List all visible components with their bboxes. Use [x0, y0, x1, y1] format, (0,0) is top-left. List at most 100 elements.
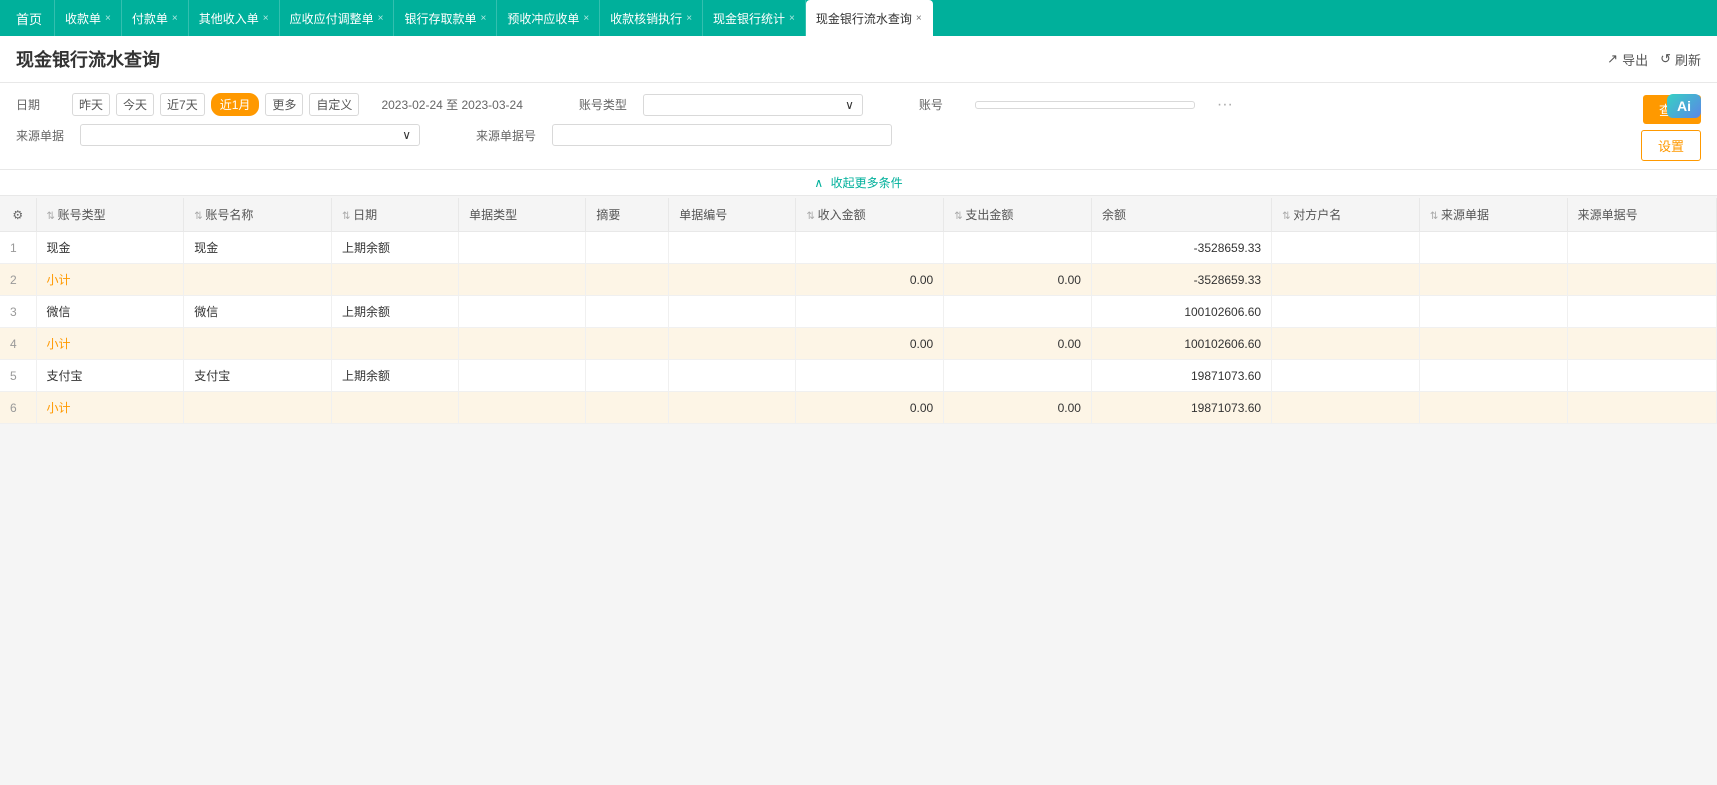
- nav-tab-verify[interactable]: 收款核销执行 ×: [600, 0, 703, 36]
- date-btn-yesterday[interactable]: 昨天: [72, 93, 110, 116]
- close-icon[interactable]: ×: [480, 13, 486, 24]
- cell-income: 0.00: [796, 328, 944, 360]
- nav-tab-shoukuan[interactable]: 收款单 ×: [55, 0, 122, 36]
- cell-date: [332, 392, 459, 424]
- refresh-button[interactable]: ↺ 刷新: [1660, 50, 1701, 69]
- nav-home[interactable]: 首页: [4, 0, 55, 36]
- cell-doc-num: [669, 328, 796, 360]
- row-number: 5: [0, 360, 36, 392]
- cell-doc-num: [669, 392, 796, 424]
- top-navigation: 首页 收款单 × 付款单 × 其他收入单 × 应收应付调整单 × 银行存取款单 …: [0, 0, 1717, 36]
- cell-balance: 100102606.60: [1091, 328, 1271, 360]
- col-income[interactable]: 收入金额: [796, 198, 944, 232]
- cell-source-doc-num: [1567, 232, 1716, 264]
- col-source-doc-num[interactable]: 来源单据号: [1567, 198, 1716, 232]
- table-row: 5支付宝支付宝上期余额19871073.60: [0, 360, 1717, 392]
- account-select[interactable]: [975, 101, 1195, 109]
- nav-tab-fukuan[interactable]: 付款单 ×: [122, 0, 189, 36]
- source-doc-label: 来源单据: [16, 127, 64, 144]
- cell-source-doc-num: [1567, 264, 1716, 296]
- col-account-type[interactable]: 账号类型: [36, 198, 184, 232]
- column-settings[interactable]: ⚙: [0, 198, 36, 232]
- setting-button[interactable]: 设置: [1641, 130, 1701, 161]
- row-number: 6: [0, 392, 36, 424]
- date-btn-more[interactable]: 更多: [265, 93, 303, 116]
- col-summary[interactable]: 摘要: [586, 198, 669, 232]
- table-row: 2小计0.000.00-3528659.33: [0, 264, 1717, 296]
- cell-account-type: 小计: [36, 328, 184, 360]
- account-label: 账号: [919, 96, 959, 113]
- close-icon[interactable]: ×: [172, 13, 178, 24]
- collapse-bar[interactable]: ∧ 收起更多条件: [0, 170, 1717, 196]
- cell-summary: [586, 328, 669, 360]
- cell-expense: 0.00: [944, 328, 1092, 360]
- table-row: 1现金现金上期余额-3528659.33: [0, 232, 1717, 264]
- ai-assistant-badge[interactable]: Ai: [1667, 94, 1701, 118]
- source-doc-num-input[interactable]: [552, 124, 892, 146]
- cell-account-name: 支付宝: [184, 360, 332, 392]
- row-number: 4: [0, 328, 36, 360]
- account-type-select[interactable]: ∨: [643, 94, 863, 116]
- date-btn-7days[interactable]: 近7天: [160, 93, 205, 116]
- close-icon[interactable]: ×: [789, 13, 795, 24]
- nav-tab-others[interactable]: 其他收入单 ×: [189, 0, 280, 36]
- cell-date: [332, 264, 459, 296]
- col-counterpart[interactable]: 对方户名: [1272, 198, 1420, 232]
- col-account-name[interactable]: 账号名称: [184, 198, 332, 232]
- nav-tab-prepay[interactable]: 预收冲应收单 ×: [497, 0, 600, 36]
- close-icon[interactable]: ×: [105, 13, 111, 24]
- cell-summary: [586, 360, 669, 392]
- cell-source-doc: [1419, 392, 1567, 424]
- date-range-display: 2023-02-24 至 2023-03-24: [381, 96, 522, 113]
- date-btn-1month[interactable]: 近1月: [211, 93, 260, 116]
- cell-counterpart: [1272, 232, 1420, 264]
- cell-counterpart: [1272, 328, 1420, 360]
- cell-balance: -3528659.33: [1091, 232, 1271, 264]
- cell-account-name: [184, 264, 332, 296]
- table-header-row: ⚙ 账号类型 账号名称 日期 单据类型 摘要 单据编号 收入金额 支出金额 余额…: [0, 198, 1717, 232]
- chevron-down-icon: ∨: [845, 98, 854, 112]
- col-date[interactable]: 日期: [332, 198, 459, 232]
- cell-summary: [586, 232, 669, 264]
- col-balance: 余额: [1091, 198, 1271, 232]
- close-icon[interactable]: ×: [916, 13, 922, 24]
- date-label: 日期: [16, 96, 56, 113]
- source-doc-select[interactable]: ∨: [80, 124, 420, 146]
- cell-doc-num: [669, 232, 796, 264]
- filter-row-date: 日期 昨天 今天 近7天 近1月 更多 自定义 2023-02-24 至 202…: [16, 93, 1625, 116]
- cell-account-type: 支付宝: [36, 360, 184, 392]
- nav-tab-bank[interactable]: 银行存取款单 ×: [394, 0, 497, 36]
- cell-summary: [586, 296, 669, 328]
- date-buttons: 昨天 今天 近7天 近1月 更多 自定义: [72, 93, 359, 116]
- cell-source-doc: [1419, 328, 1567, 360]
- cell-counterpart: [1272, 296, 1420, 328]
- cell-account-name: [184, 328, 332, 360]
- nav-tab-adjust[interactable]: 应收应付调整单 ×: [280, 0, 395, 36]
- cell-doc-type: [459, 392, 586, 424]
- date-btn-today[interactable]: 今天: [116, 93, 154, 116]
- cell-income: [796, 232, 944, 264]
- col-source-doc[interactable]: 来源单据: [1419, 198, 1567, 232]
- export-button[interactable]: ↗ 导出: [1607, 50, 1648, 69]
- col-expense[interactable]: 支出金额: [944, 198, 1092, 232]
- row-number: 2: [0, 264, 36, 296]
- table-row: 6小计0.000.0019871073.60: [0, 392, 1717, 424]
- nav-tab-cashflow[interactable]: 现金银行流水查询 ×: [806, 0, 933, 36]
- export-icon: ↗: [1607, 51, 1618, 67]
- cell-source-doc-num: [1567, 296, 1716, 328]
- cell-summary: [586, 264, 669, 296]
- account-more-icon[interactable]: ···: [1217, 96, 1233, 114]
- nav-tab-cashstat[interactable]: 现金银行统计 ×: [703, 0, 806, 36]
- date-btn-custom[interactable]: 自定义: [309, 93, 359, 116]
- close-icon[interactable]: ×: [686, 13, 692, 24]
- cell-doc-num: [669, 296, 796, 328]
- col-doc-type[interactable]: 单据类型: [459, 198, 586, 232]
- cell-doc-num: [669, 264, 796, 296]
- cell-account-type: 现金: [36, 232, 184, 264]
- close-icon[interactable]: ×: [263, 13, 269, 24]
- col-doc-num[interactable]: 单据编号: [669, 198, 796, 232]
- close-icon[interactable]: ×: [378, 13, 384, 24]
- cell-balance: -3528659.33: [1091, 264, 1271, 296]
- close-icon[interactable]: ×: [583, 13, 589, 24]
- cell-doc-type: [459, 232, 586, 264]
